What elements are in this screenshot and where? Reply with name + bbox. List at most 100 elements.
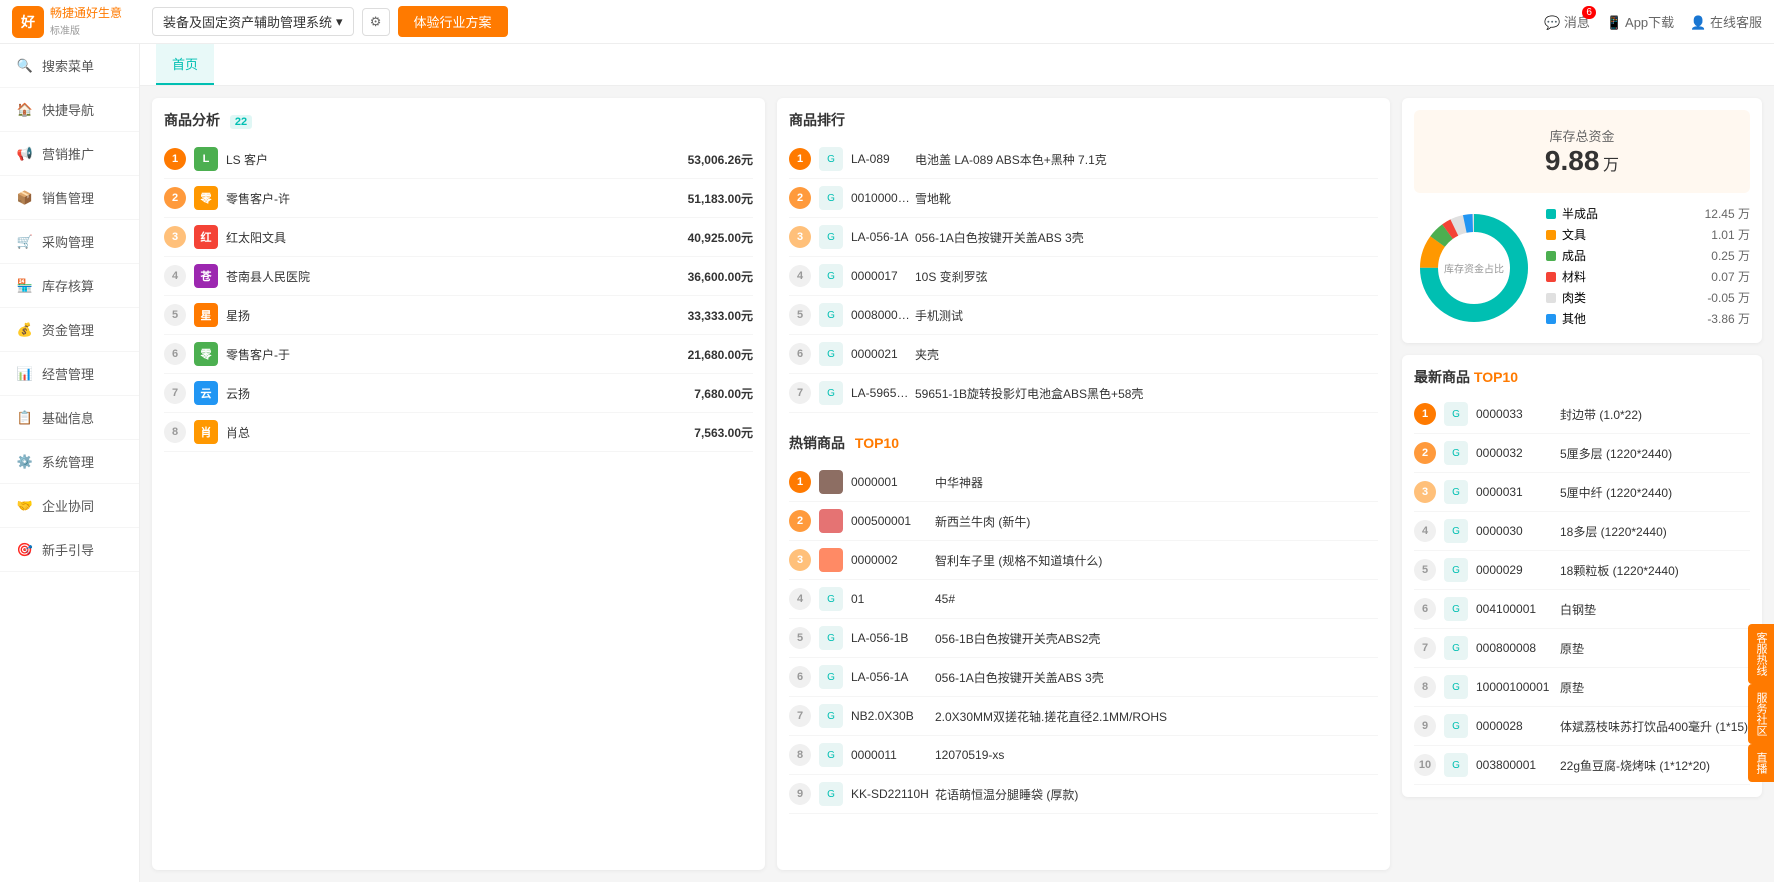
sidebar-icon: 🛒 — [16, 234, 34, 250]
customer-avatar: 红 — [194, 225, 218, 249]
legend-value: 0.07 万 — [1711, 268, 1750, 285]
rank-number: 3 — [789, 549, 811, 571]
product-rank-item: 1 G LA-089 电池盖 LA-089 ABS本色+黑种 7.1克 — [789, 140, 1378, 179]
rank-number: 6 — [1414, 598, 1436, 620]
customer-value: 7,680.00元 — [694, 385, 753, 402]
latest-product-name: 22g鱼豆腐-烧烤味 (1*12*20) — [1560, 757, 1750, 774]
latest-product-code: 10000100001 — [1476, 680, 1556, 694]
product-rank-list: 1 G LA-089 电池盖 LA-089 ABS本色+黑种 7.1克 2 G … — [789, 140, 1378, 413]
sidebar-item-库存核算[interactable]: 🏪库存核算 — [0, 264, 139, 308]
sidebar-item-销售管理[interactable]: 📦销售管理 — [0, 176, 139, 220]
tab-bar: 首页 — [140, 44, 1774, 86]
rank-number: 7 — [164, 382, 186, 404]
sidebar-item-快捷导航[interactable]: 🏠快捷导航 — [0, 88, 139, 132]
rank-number: 2 — [789, 510, 811, 532]
rank-number: 5 — [1414, 559, 1436, 581]
rank-number: 7 — [789, 382, 811, 404]
rank-number: 5 — [164, 304, 186, 326]
customer-avatar: L — [194, 147, 218, 171]
float-btn-直播[interactable]: 直播 — [1748, 744, 1774, 782]
sidebar-item-系统管理[interactable]: ⚙️系统管理 — [0, 440, 139, 484]
latest-product-code: 000800008 — [1476, 641, 1556, 655]
hot-product-name: 新西兰牛肉 (新牛) — [935, 513, 1378, 530]
product-icon: G — [1444, 597, 1468, 621]
product-code: LA-59651-1B — [851, 386, 911, 400]
main-content: 首页 商品分析 22 1 L LS 客户 53,006.26元 2 零 零售客户… — [140, 44, 1774, 882]
latest-product-code: 0000033 — [1476, 407, 1556, 421]
product-icon: G — [819, 225, 843, 249]
hot-product-item: 8 G 0000011 12070519-xs — [789, 736, 1378, 775]
sidebar-item-采购管理[interactable]: 🛒采购管理 — [0, 220, 139, 264]
product-icon: G — [1444, 480, 1468, 504]
product-icon: G — [1444, 558, 1468, 582]
product-icon: G — [1444, 636, 1468, 660]
sidebar-item-营销推广[interactable]: 📢营销推广 — [0, 132, 139, 176]
sidebar-item-资金管理[interactable]: 💰资金管理 — [0, 308, 139, 352]
sidebar-item-新手引导[interactable]: 🎯新手引导 — [0, 528, 139, 572]
product-icon: G — [819, 665, 843, 689]
sidebar-icon: ⚙️ — [16, 454, 34, 470]
gear-button[interactable]: ⚙ — [362, 8, 390, 36]
product-code: 001000002 — [851, 191, 911, 205]
legend-label: 半成品 — [1562, 205, 1598, 222]
rank-number: 2 — [789, 187, 811, 209]
sidebar-item-搜索菜单[interactable]: 🔍搜索菜单 — [0, 44, 139, 88]
latest-product-name: 18多层 (1220*2440) — [1560, 523, 1750, 540]
rank-number: 1 — [1414, 403, 1436, 425]
customer-value: 53,006.26元 — [688, 151, 753, 168]
rank-number: 6 — [789, 666, 811, 688]
customer-name: 零售客户-于 — [226, 346, 688, 363]
latest-product-item: 6 G 004100001 白钢垫 — [1414, 590, 1750, 629]
latest-product-item: 7 G 000800008 原垫 — [1414, 629, 1750, 668]
legend-label: 材料 — [1562, 268, 1586, 285]
rank-number: 3 — [164, 226, 186, 248]
rank-number: 4 — [1414, 520, 1436, 542]
legend-value: 0.25 万 — [1711, 247, 1750, 264]
float-btn-客服热线[interactable]: 客服热线 — [1748, 624, 1774, 684]
sidebar-item-基础信息[interactable]: 📋基础信息 — [0, 396, 139, 440]
rank-number: 8 — [164, 421, 186, 443]
hot-product-item: 2 000500001 新西兰牛肉 (新牛) — [789, 502, 1378, 541]
hot-product-name: 056-1A白色按键开关盖ABS 3壳 — [935, 669, 1378, 686]
latest-products-card: 最新商品 TOP10 1 G 0000033 封边带 (1.0*22) 2 G … — [1402, 355, 1762, 797]
hot-product-code: 000500001 — [851, 514, 931, 528]
product-icon: G — [819, 264, 843, 288]
hot-product-item: 6 G LA-056-1A 056-1A白色按键开关盖ABS 3壳 — [789, 658, 1378, 697]
product-code: 000800005 — [851, 308, 911, 322]
customer-value: 51,183.00元 — [688, 190, 753, 207]
hot-product-item: 1 0000001 中华神器 — [789, 463, 1378, 502]
hot-product-code: 0000002 — [851, 553, 931, 567]
product-name: 电池盖 LA-089 ABS本色+黑种 7.1克 — [915, 151, 1378, 168]
float-btn-服务社区[interactable]: 服务社区 — [1748, 684, 1774, 744]
product-name: 10S 变刹罗弦 — [915, 268, 1378, 285]
sidebar-icon: 📊 — [16, 366, 34, 382]
online-service[interactable]: 👤 在线客服 — [1690, 12, 1762, 31]
content-area: 商品分析 22 1 L LS 客户 53,006.26元 2 零 零售客户-许 … — [140, 86, 1774, 882]
sidebar-icon: 📦 — [16, 190, 34, 206]
legend-value: 12.45 万 — [1705, 205, 1750, 222]
customer-rank-item: 4 苍 苍南县人民医院 36,600.00元 — [164, 257, 753, 296]
sidebar-item-经营管理[interactable]: 📊经营管理 — [0, 352, 139, 396]
sidebar-item-企业协同[interactable]: 🤝企业协同 — [0, 484, 139, 528]
customer-rank-item: 7 云 云扬 7,680.00元 — [164, 374, 753, 413]
hot-product-code: 0000001 — [851, 475, 931, 489]
product-icon: G — [1444, 675, 1468, 699]
app-download[interactable]: 📱 App下载 — [1606, 12, 1674, 31]
legend-label: 其他 — [1562, 310, 1586, 327]
trial-button[interactable]: 体验行业方案 — [398, 6, 508, 37]
latest-product-item: 1 G 0000033 封边带 (1.0*22) — [1414, 395, 1750, 434]
legend-dot — [1546, 272, 1556, 282]
latest-product-item: 8 G 10000100001 原垫 — [1414, 668, 1750, 707]
tab-home[interactable]: 首页 — [156, 44, 214, 85]
customer-rank-item: 8 肖 肖总 7,563.00元 — [164, 413, 753, 452]
donut-label: 库存资金占比 — [1444, 261, 1504, 276]
rank-number: 5 — [789, 304, 811, 326]
hot-product-name: 花语萌恒温分腿睡袋 (厚款) — [935, 786, 1378, 803]
message-icon[interactable]: 💬 消息 6 — [1544, 12, 1590, 31]
rank-number: 1 — [164, 148, 186, 170]
legend-item: 肉类 -0.05 万 — [1546, 289, 1750, 306]
sidebar-icon: 🔍 — [16, 58, 34, 74]
system-name[interactable]: 装备及固定资产辅助管理系统 ▾ — [152, 7, 354, 36]
rank-number: 3 — [789, 226, 811, 248]
product-code: LA-056-1A — [851, 230, 911, 244]
